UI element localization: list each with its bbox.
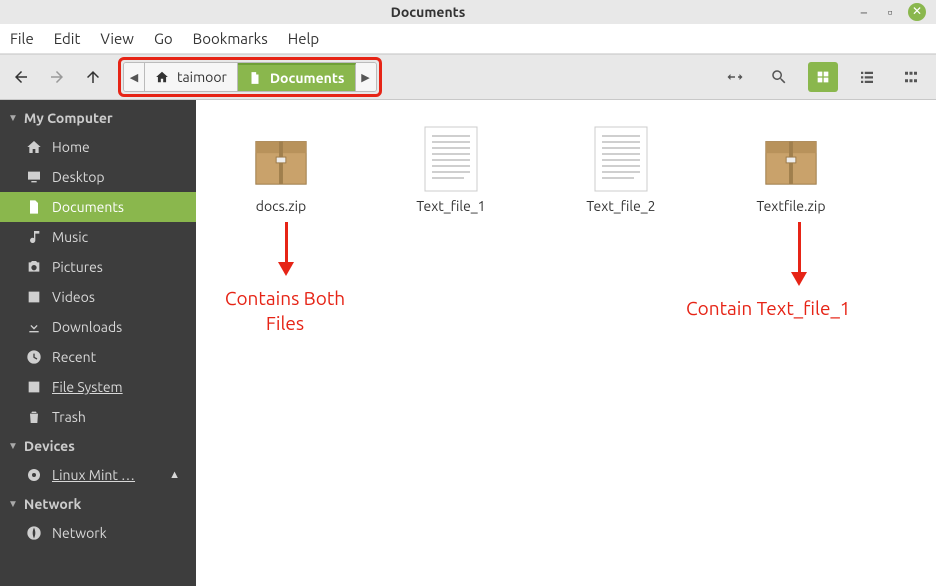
section-label: My Computer: [24, 110, 113, 126]
desktop-icon: [26, 169, 42, 185]
breadcrumb-highlighted: ◀ taimoor Documents ▶: [118, 57, 382, 97]
annotation-arrow: [791, 222, 807, 286]
toolbar: ◀ taimoor Documents ▶: [0, 54, 936, 100]
file-label: Text_file_2: [566, 198, 676, 214]
close-button[interactable]: ✕: [908, 3, 926, 21]
title-bar: Documents − ▫ ✕: [0, 0, 936, 24]
chevron-down-icon: ▼: [8, 112, 18, 124]
menu-file[interactable]: File: [10, 30, 34, 47]
compact-view-button[interactable]: [896, 62, 926, 92]
recent-icon: [26, 349, 42, 365]
menu-edit[interactable]: Edit: [54, 30, 81, 47]
sidebar-item-trash[interactable]: Trash: [0, 402, 196, 432]
sidebar-item-documents[interactable]: Documents: [0, 192, 196, 222]
chevron-down-icon: ▼: [8, 440, 18, 452]
text-file-icon: [588, 126, 654, 192]
sidebar-item-videos[interactable]: Videos: [0, 282, 196, 312]
annotation-text-textzip: Contain Text_file_1: [686, 296, 851, 321]
sidebar-item-recent[interactable]: Recent: [0, 342, 196, 372]
file-grid: docs.zip Text_file_1 T: [196, 100, 936, 214]
sidebar-item-label: Trash: [52, 409, 86, 425]
sidebar-item-label: Documents: [52, 199, 124, 215]
file-item-docs-zip[interactable]: docs.zip: [226, 126, 336, 214]
file-label: docs.zip: [226, 198, 336, 214]
sidebar-item-filesystem[interactable]: File System: [0, 372, 196, 402]
text-file-icon: [418, 126, 484, 192]
annotation-text-docs: Contains Both Files: [210, 286, 360, 335]
home-icon: [26, 139, 42, 155]
up-button[interactable]: [82, 66, 104, 88]
sidebar-item-linuxmint[interactable]: Linux Mint … ▲: [0, 460, 196, 490]
breadcrumb-home-label: taimoor: [177, 69, 227, 85]
file-view[interactable]: docs.zip Text_file_1 T: [196, 100, 936, 586]
disc-icon: [26, 467, 42, 483]
disk-icon: [26, 379, 42, 395]
sidebar-item-label: Pictures: [52, 259, 103, 275]
sidebar-item-home[interactable]: Home: [0, 132, 196, 162]
breadcrumb-next[interactable]: ▶: [356, 63, 376, 91]
search-button[interactable]: [764, 62, 794, 92]
sidebar-item-pictures[interactable]: Pictures: [0, 252, 196, 282]
sidebar: ▼ My Computer Home Desktop Documents Mus…: [0, 100, 196, 586]
list-view-button[interactable]: [852, 62, 882, 92]
sidebar-item-label: Linux Mint …: [52, 467, 135, 483]
menu-bookmarks[interactable]: Bookmarks: [193, 30, 268, 47]
file-item-text1[interactable]: Text_file_1: [396, 126, 506, 214]
forward-button[interactable]: [46, 66, 68, 88]
document-icon: [26, 199, 42, 215]
download-icon: [26, 319, 42, 335]
sidebar-section-network[interactable]: ▼ Network: [0, 490, 196, 518]
breadcrumb-current-label: Documents: [270, 70, 345, 86]
content-area: ▼ My Computer Home Desktop Documents Mus…: [0, 100, 936, 586]
eject-icon[interactable]: ▲: [169, 469, 180, 481]
sidebar-item-label: Network: [52, 525, 107, 541]
sidebar-item-label: Recent: [52, 349, 96, 365]
trash-icon: [26, 409, 42, 425]
videos-icon: [26, 289, 42, 305]
maximize-button[interactable]: ▫: [882, 4, 898, 20]
sidebar-section-computer[interactable]: ▼ My Computer: [0, 104, 196, 132]
pictures-icon: [26, 259, 42, 275]
menu-help[interactable]: Help: [288, 30, 319, 47]
toggle-location-button[interactable]: [720, 62, 750, 92]
breadcrumb-current[interactable]: Documents: [238, 63, 356, 91]
document-icon: [248, 71, 262, 85]
menu-bar: File Edit View Go Bookmarks Help: [0, 24, 936, 54]
file-label: Text_file_1: [396, 198, 506, 214]
minimize-button[interactable]: −: [856, 4, 872, 20]
window-title: Documents: [0, 4, 856, 20]
sidebar-item-label: Videos: [52, 289, 95, 305]
file-item-textfile-zip[interactable]: Textfile.zip: [736, 126, 846, 214]
sidebar-item-label: Music: [52, 229, 88, 245]
sidebar-item-desktop[interactable]: Desktop: [0, 162, 196, 192]
section-label: Devices: [24, 438, 75, 454]
breadcrumb: ◀ taimoor Documents ▶: [123, 62, 377, 92]
sidebar-section-devices[interactable]: ▼ Devices: [0, 432, 196, 460]
section-label: Network: [24, 496, 82, 512]
chevron-down-icon: ▼: [8, 498, 18, 510]
back-button[interactable]: [10, 66, 32, 88]
annotation-arrow: [278, 222, 294, 276]
archive-icon: [758, 126, 824, 192]
sidebar-item-music[interactable]: Music: [0, 222, 196, 252]
file-label: Textfile.zip: [736, 198, 846, 214]
archive-icon: [248, 126, 314, 192]
sidebar-item-label: File System: [52, 379, 123, 395]
menu-view[interactable]: View: [100, 30, 134, 47]
sidebar-item-label: Desktop: [52, 169, 105, 185]
sidebar-item-label: Downloads: [52, 319, 122, 335]
file-item-text2[interactable]: Text_file_2: [566, 126, 676, 214]
network-icon: [26, 525, 42, 541]
sidebar-item-label: Home: [52, 139, 90, 155]
icon-view-button[interactable]: [808, 62, 838, 92]
music-icon: [26, 229, 42, 245]
home-icon: [155, 70, 169, 84]
sidebar-item-network[interactable]: Network: [0, 518, 196, 548]
menu-go[interactable]: Go: [154, 30, 173, 47]
breadcrumb-prev[interactable]: ◀: [124, 63, 145, 91]
breadcrumb-home[interactable]: taimoor: [145, 63, 238, 91]
sidebar-item-downloads[interactable]: Downloads: [0, 312, 196, 342]
